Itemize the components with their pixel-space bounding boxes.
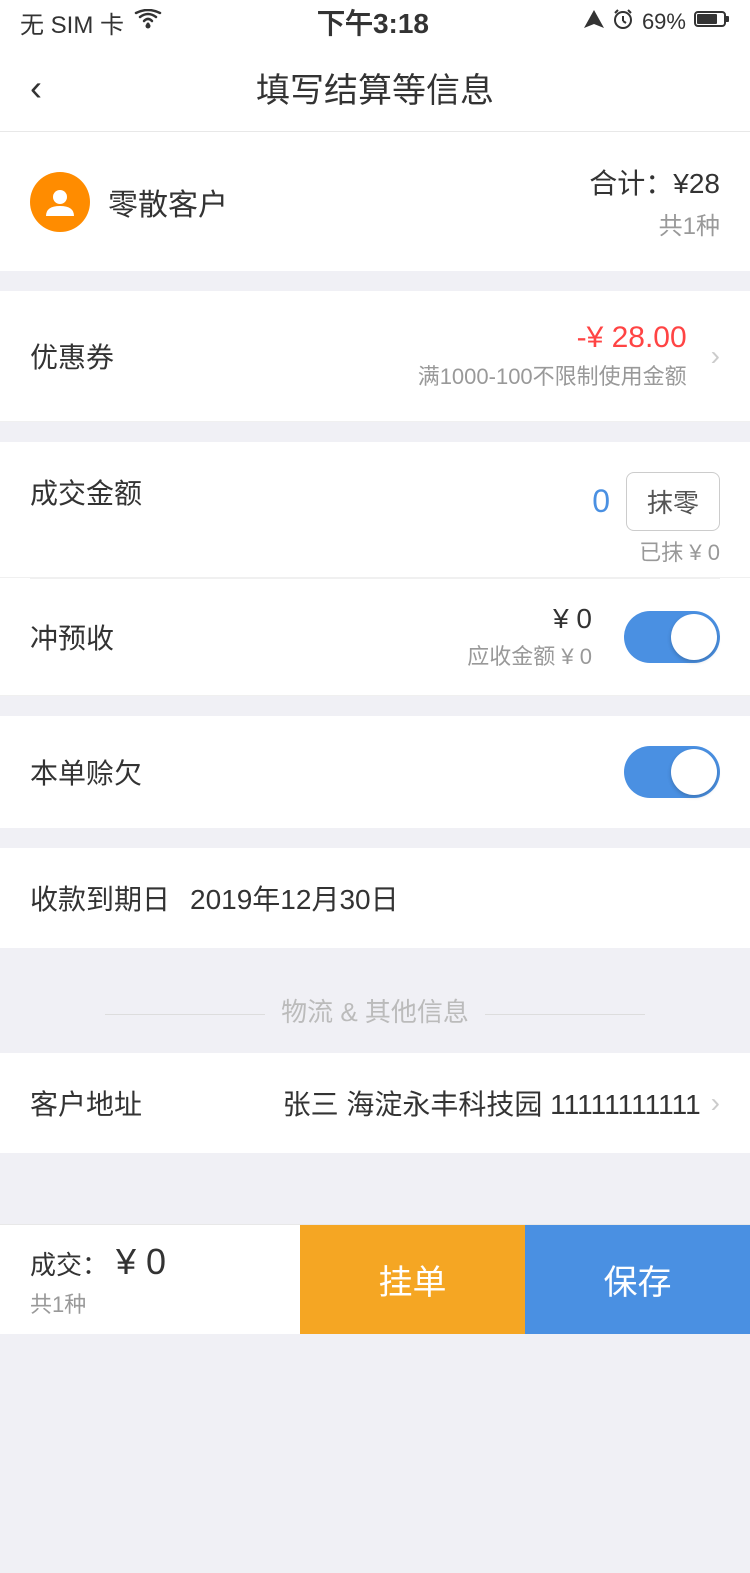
coupon-value-block: -¥ 28.00 满1000-100不限制使用金额 (418, 321, 687, 391)
logistics-divider: 物流 & 其他信息 (0, 968, 750, 1053)
customer-avatar (30, 172, 90, 232)
customer-name: 零散客户 (108, 180, 228, 224)
credit-toggle[interactable] (624, 746, 720, 798)
bottom-info: 成交： ¥ 0 共1种 (0, 1241, 300, 1319)
customer-total: 合计：¥28 共1种 (589, 162, 720, 241)
page-title: 填写结算等信息 (256, 63, 494, 112)
due-date-label: 收款到期日 (30, 878, 170, 918)
due-date-value: 2019年12月30日 (190, 878, 399, 918)
prepay-toggle[interactable] (624, 611, 720, 663)
coupon-amount: -¥ 28.00 (418, 321, 687, 355)
time-display: 下午3:18 (317, 2, 429, 42)
address-chevron-icon: › (711, 1087, 720, 1119)
credit-section: 本单赊欠 (0, 716, 750, 828)
bottom-count: 共1种 (30, 1287, 270, 1319)
wifi-icon (134, 8, 162, 36)
trade-prepay-section: 成交金额 0 抹零 已抹 ¥ 0 冲预收 ¥ 0 应收金额 ¥ 0 (0, 442, 750, 696)
round-zero-button[interactable]: 抹零 (626, 472, 720, 531)
trade-amount-label: 成交金额 (30, 472, 142, 512)
bottom-trade-amount: ¥ 0 (116, 1241, 166, 1283)
trade-amount-right: 0 抹零 已抹 ¥ 0 (592, 472, 720, 567)
coupon-chevron-icon: › (711, 340, 720, 372)
due-date-row[interactable]: 收款到期日 2019年12月30日 (0, 848, 750, 948)
trade-amount-value: 0 (592, 483, 610, 520)
status-bar: 无 SIM 卡 下午3:18 69 (0, 0, 750, 44)
back-button[interactable]: ‹ (30, 67, 42, 109)
alarm-icon (612, 8, 634, 36)
prepay-label: 冲预收 (30, 617, 114, 657)
coupon-label: 优惠券 (30, 336, 114, 376)
status-right: 69% (584, 8, 730, 36)
customer-left: 零散客户 (30, 172, 228, 232)
address-value: 张三 海淀永丰科技园 11111111111 (162, 1083, 701, 1123)
customer-row: 零散客户 合计：¥28 共1种 (0, 132, 750, 271)
prepay-toggle-knob (671, 614, 717, 660)
credit-toggle-knob (671, 749, 717, 795)
bottom-bar: 成交： ¥ 0 共1种 挂单 保存 (0, 1224, 750, 1334)
coupon-row[interactable]: 优惠券 -¥ 28.00 满1000-100不限制使用金额 › (0, 291, 750, 422)
bottom-trade-label: 成交： (30, 1245, 108, 1282)
status-left: 无 SIM 卡 (20, 5, 162, 40)
hang-button[interactable]: 挂单 (300, 1225, 525, 1334)
coupon-right: -¥ 28.00 满1000-100不限制使用金额 › (114, 321, 720, 391)
address-label: 客户地址 (30, 1083, 142, 1123)
address-section[interactable]: 客户地址 张三 海淀永丰科技园 11111111111 › (0, 1053, 750, 1153)
logistics-divider-text: 物流 & 其他信息 (89, 997, 661, 1027)
carrier-text: 无 SIM 卡 (20, 5, 124, 40)
location-icon (584, 8, 604, 36)
prepay-amount: ¥ 0 (467, 603, 592, 635)
content: 零散客户 合计：¥28 共1种 优惠券 -¥ 28.00 满1000-100不限… (0, 132, 750, 1573)
battery-icon (694, 9, 730, 35)
coupon-section: 优惠券 -¥ 28.00 满1000-100不限制使用金额 › (0, 291, 750, 422)
credit-label: 本单赊欠 (30, 752, 142, 792)
trade-amount-row: 成交金额 0 抹零 已抹 ¥ 0 (0, 442, 750, 578)
prepay-block: ¥ 0 应收金额 ¥ 0 (467, 603, 592, 671)
nav-bar: ‹ 填写结算等信息 (0, 44, 750, 132)
save-button[interactable]: 保存 (525, 1225, 750, 1334)
coupon-desc: 满1000-100不限制使用金额 (418, 359, 687, 391)
total-amount: 合计：¥28 (589, 162, 720, 202)
total-count: 共1种 (589, 206, 720, 241)
prepay-right: ¥ 0 应收金额 ¥ 0 (114, 603, 720, 671)
due-date-section: 收款到期日 2019年12月30日 (0, 848, 750, 948)
prepay-row: 冲预收 ¥ 0 应收金额 ¥ 0 (0, 579, 750, 696)
receivable-text: 应收金额 ¥ 0 (467, 639, 592, 671)
battery-text: 69% (642, 9, 686, 35)
already-rounded-text: 已抹 ¥ 0 (639, 535, 720, 567)
